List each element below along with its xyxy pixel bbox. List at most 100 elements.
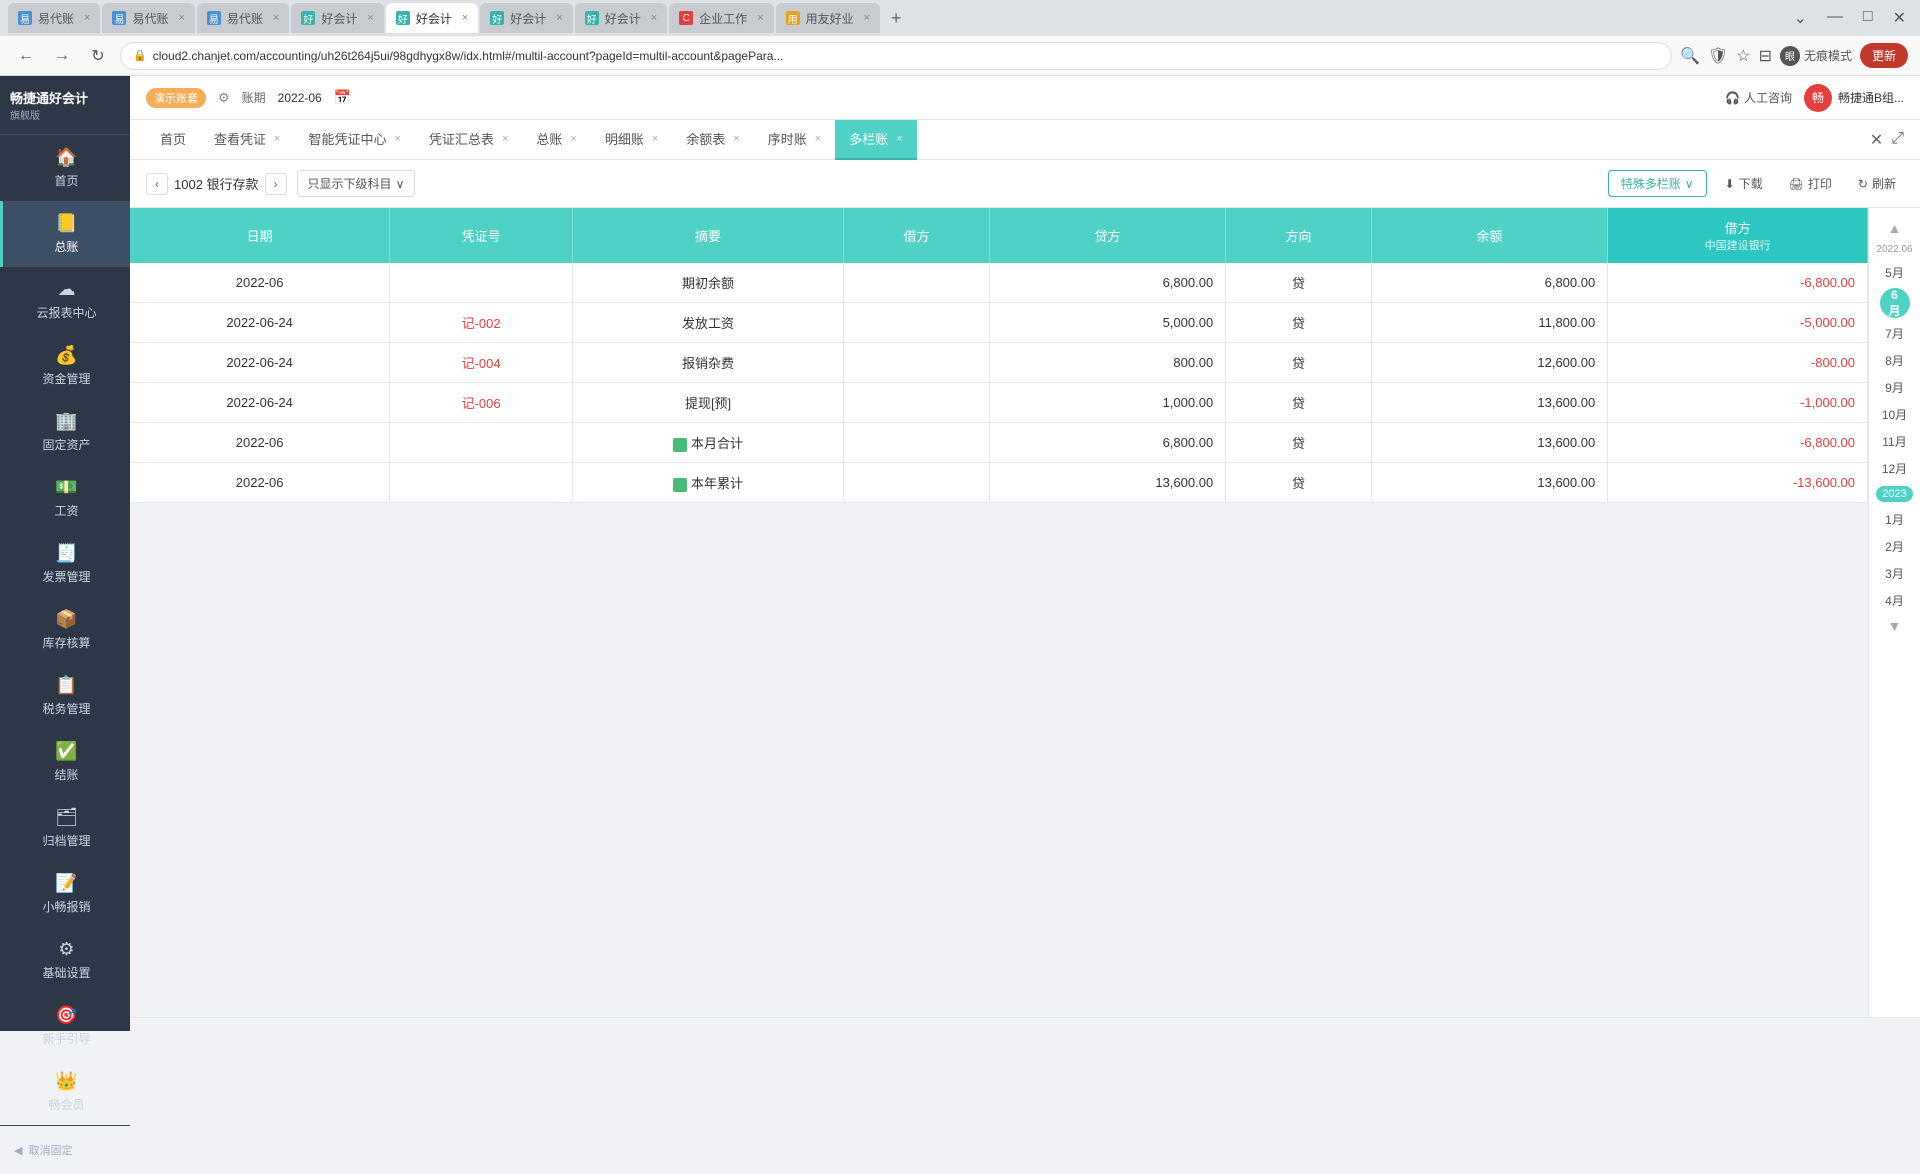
tab-voucher-summary[interactable]: 凭证汇总表 ×: [415, 120, 522, 160]
month-2023-01[interactable]: 1月: [1873, 506, 1917, 533]
sidebar-item-expense[interactable]: 📝 小畅报销: [0, 861, 130, 927]
download-button[interactable]: ⬇ 下载: [1717, 171, 1771, 196]
tab-detail-ledger[interactable]: 明细账 ×: [591, 120, 672, 160]
close-panel-icon[interactable]: ✕: [1870, 130, 1883, 150]
month-2023-02[interactable]: 2月: [1873, 533, 1917, 560]
tab-close-2[interactable]: ×: [273, 12, 279, 24]
prev-account-button[interactable]: ‹: [146, 173, 168, 195]
tab-close-7[interactable]: ×: [757, 12, 763, 24]
back-button[interactable]: ←: [12, 42, 40, 70]
filter-dropdown[interactable]: 只显示下级科目 ∨: [297, 170, 416, 197]
date-scroll-up-button[interactable]: ▲: [1884, 216, 1906, 240]
cell-date: 2022-06: [130, 423, 390, 463]
browser-tab-4[interactable]: 好 好会计 ×: [386, 3, 478, 33]
search-icon[interactable]: 🔍: [1680, 46, 1700, 66]
consult-button[interactable]: 🎧 人工咨询: [1725, 89, 1792, 106]
shield-icon[interactable]: 🛡: [1708, 46, 1728, 66]
cell-date: 2022-06-24: [130, 343, 390, 383]
browser-tab-6[interactable]: 好 好会计 ×: [575, 3, 667, 33]
sidebar-item-inventory[interactable]: 📦 库存核算: [0, 597, 130, 663]
star-icon[interactable]: ☆: [1736, 46, 1750, 66]
sidebar-item-member[interactable]: 👑 畅会员: [0, 1059, 130, 1125]
tab-smart-vouchers[interactable]: 智能凭证中心 ×: [294, 120, 414, 160]
sidebar-item-funds[interactable]: 💰 资金管理: [0, 333, 130, 399]
browser-tab-0[interactable]: 易 易代账 ×: [8, 3, 100, 33]
browser-tab-1[interactable]: 易 易代账 ×: [102, 3, 194, 33]
sidebar-item-settings[interactable]: ⚙ 基础设置: [0, 927, 130, 993]
minimize-button[interactable]: —: [1821, 6, 1849, 30]
maximize-button[interactable]: □: [1857, 6, 1879, 30]
month-2022-06[interactable]: 6月: [1880, 288, 1910, 318]
tab-close-1[interactable]: ×: [178, 12, 184, 24]
cell-voucher[interactable]: 记-004: [390, 343, 573, 383]
tab-home[interactable]: 首页: [146, 120, 200, 160]
settings-gear-icon[interactable]: ⚙: [218, 90, 230, 106]
tab-detail-label: 明细账: [605, 129, 644, 148]
tab-sequential[interactable]: 序时账 ×: [754, 120, 835, 160]
expand-icon[interactable]: ⤢: [1891, 130, 1904, 150]
sidebar-item-close[interactable]: ✅ 结账: [0, 729, 130, 795]
tab-vouchers-close[interactable]: ×: [274, 133, 280, 145]
cell-voucher[interactable]: 记-006: [390, 383, 573, 423]
url-bar[interactable]: 🔒 cloud2.chanjet.com/accounting/uh26t264…: [120, 42, 1672, 70]
update-button[interactable]: 更新: [1860, 43, 1908, 68]
browser-tab-7[interactable]: C 企业工作 ×: [669, 3, 773, 33]
month-2022-07[interactable]: 7月: [1873, 320, 1917, 347]
calendar-icon[interactable]: 📅: [334, 89, 351, 106]
close-window-button[interactable]: ✕: [1887, 6, 1912, 30]
tab-detail-close[interactable]: ×: [652, 133, 658, 145]
month-2022-12[interactable]: 12月: [1873, 455, 1917, 482]
tab-close-6[interactable]: ×: [651, 12, 657, 24]
th-date: 日期: [130, 208, 390, 263]
tab-sequential-close[interactable]: ×: [815, 133, 821, 145]
tab-voucher-summary-close[interactable]: ×: [502, 133, 508, 145]
tab-close-0[interactable]: ×: [84, 12, 90, 24]
sidebar-item-ledger[interactable]: 📒 总账: [0, 201, 130, 267]
sidebar-item-tax[interactable]: 📋 税务管理: [0, 663, 130, 729]
tab-close-5[interactable]: ×: [556, 12, 562, 24]
refresh-button[interactable]: ↻: [84, 42, 112, 70]
month-2023-03[interactable]: 3月: [1873, 560, 1917, 587]
date-scroll-down-button[interactable]: ▼: [1884, 614, 1906, 638]
month-2022-08[interactable]: 8月: [1873, 347, 1917, 374]
tab-close-8[interactable]: ×: [864, 12, 870, 24]
sidebar-item-guide[interactable]: 🎯 新手引导: [0, 993, 130, 1059]
sidebar-item-reports[interactable]: ☁ 云报表中心: [0, 267, 130, 333]
tab-balance-label: 余额表: [686, 129, 725, 148]
sidebar-item-assets[interactable]: 🏢 固定资产: [0, 399, 130, 465]
month-2023-04[interactable]: 4月: [1873, 587, 1917, 614]
tab-close-4[interactable]: ×: [462, 12, 468, 24]
refresh-ledger-button[interactable]: ↻ 刷新: [1850, 171, 1904, 196]
special-multi-col-button[interactable]: 特殊多栏账 ∨: [1608, 170, 1707, 197]
browser-tab-5[interactable]: 好 好会计 ×: [480, 3, 572, 33]
sidebar-toggle-icon[interactable]: ⊟: [1759, 46, 1772, 66]
bottom-scrollbar[interactable]: [130, 1017, 1920, 1031]
tab-balance[interactable]: 余额表 ×: [672, 120, 753, 160]
tab-general-ledger[interactable]: 总账 ×: [522, 120, 590, 160]
month-2022-10[interactable]: 10月: [1873, 401, 1917, 428]
sidebar-item-archive[interactable]: 🗂 归档管理: [0, 795, 130, 861]
browser-tab-8[interactable]: 用 用友好业 ×: [776, 3, 880, 33]
browser-tab-3[interactable]: 好 好会计 ×: [291, 3, 383, 33]
tab-multi-col[interactable]: 多栏账 ×: [835, 120, 916, 160]
sidebar-item-salary[interactable]: 💵 工资: [0, 465, 130, 531]
tab-multi-col-close[interactable]: ×: [896, 133, 902, 145]
tab-list-button[interactable]: ⌄: [1788, 6, 1813, 30]
tab-balance-close[interactable]: ×: [733, 133, 739, 145]
next-account-button[interactable]: ›: [265, 173, 287, 195]
forward-button[interactable]: →: [48, 42, 76, 70]
sidebar-item-home[interactable]: 🏠 首页: [0, 135, 130, 201]
tab-smart-close[interactable]: ×: [394, 133, 400, 145]
sidebar-item-invoice[interactable]: 🧾 发票管理: [0, 531, 130, 597]
month-2022-09[interactable]: 9月: [1873, 374, 1917, 401]
tab-vouchers[interactable]: 查看凭证 ×: [200, 120, 294, 160]
tab-close-3[interactable]: ×: [367, 12, 373, 24]
tab-general-ledger-close[interactable]: ×: [570, 133, 576, 145]
month-2022-05[interactable]: 5月: [1873, 259, 1917, 286]
browser-tab-2[interactable]: 易 易代账 ×: [197, 3, 289, 33]
month-2022-11[interactable]: 11月: [1873, 428, 1917, 455]
unpin-button[interactable]: ◀ 取消固定: [10, 1136, 120, 1164]
new-tab-button[interactable]: +: [882, 4, 910, 32]
print-button[interactable]: 🖨 打印: [1781, 171, 1840, 196]
cell-voucher[interactable]: 记-002: [390, 303, 573, 343]
